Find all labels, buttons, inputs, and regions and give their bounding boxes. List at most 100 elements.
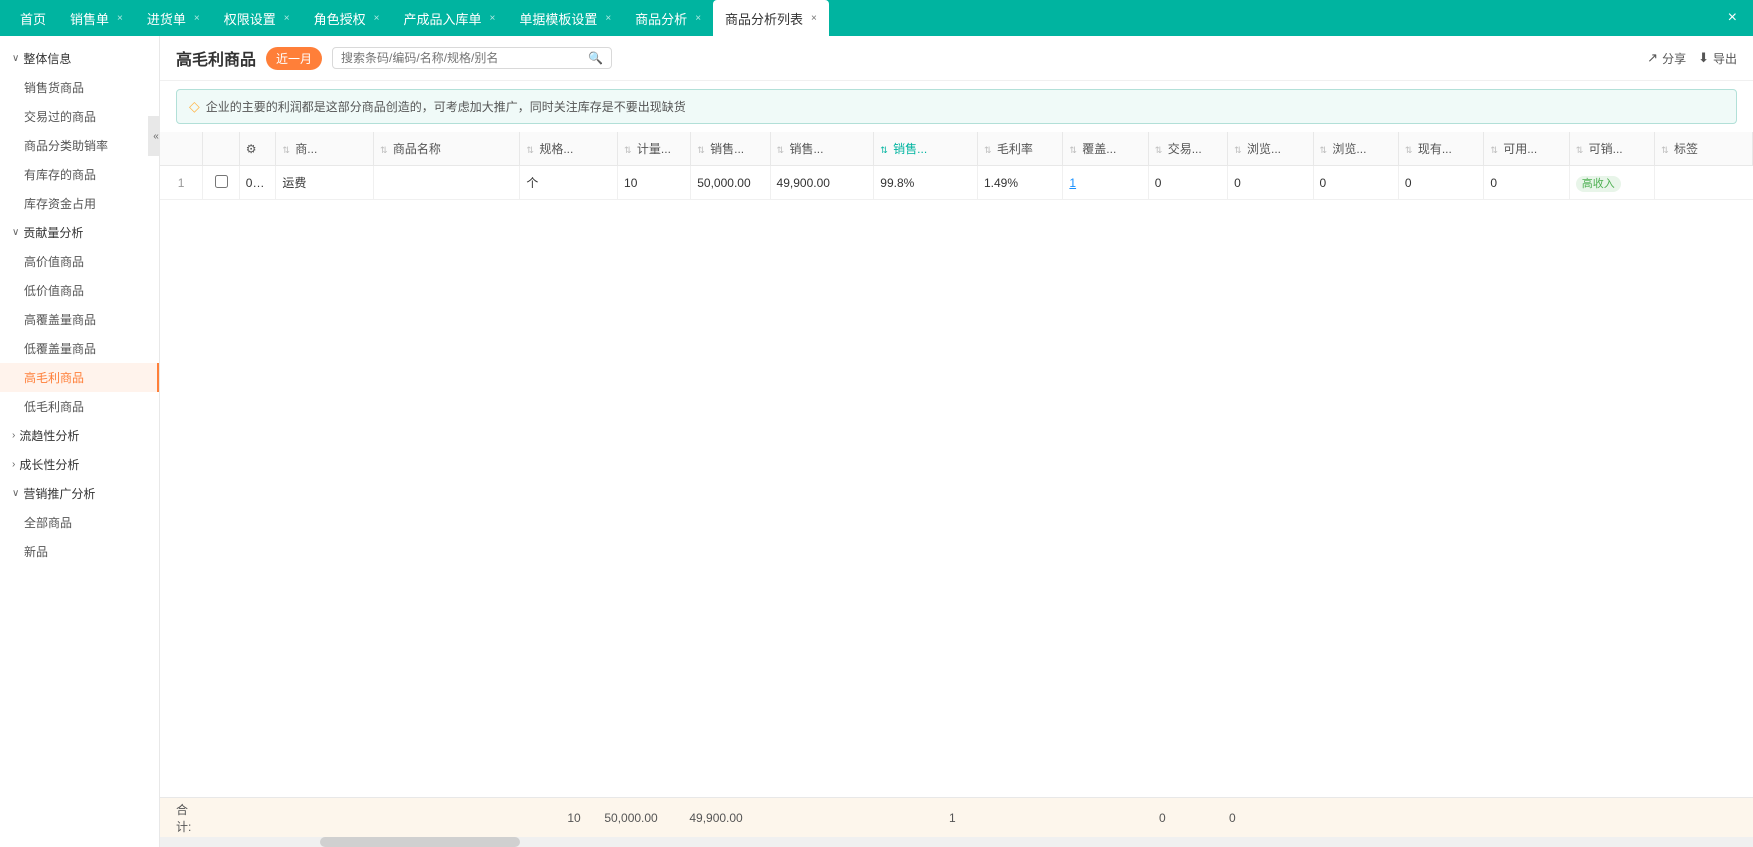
col-header-num	[160, 132, 203, 166]
search-box: 🔍	[332, 47, 612, 69]
sidebar-collapse-button[interactable]: «	[148, 116, 160, 156]
data-table: ⚙ ⇅ 商... ⇅ 商品名称 ⇅ 规格...	[160, 132, 1753, 200]
col-header-spec[interactable]: ⇅ 规格...	[520, 132, 618, 166]
table-header-row: ⚙ ⇅ 商... ⇅ 商品名称 ⇅ 规格...	[160, 132, 1753, 166]
col-header-tag[interactable]: ⇅ 标签	[1655, 132, 1753, 166]
sidebar-group-contribution[interactable]: ∨ 贡献量分析	[0, 218, 159, 247]
col-header-browse2[interactable]: ⇅ 浏览...	[1313, 132, 1398, 166]
trade-link[interactable]: 1	[1069, 176, 1076, 190]
sort-icon-sales-profit: ⇅	[880, 145, 888, 155]
col-header-stock1[interactable]: ⇅ 现有...	[1398, 132, 1483, 166]
tab-home[interactable]: 首页	[8, 0, 58, 36]
info-text: 企业的主要的利润都是这部分商品创造的，可考虑加大推广，同时关注库存是不要出现缺货	[206, 98, 686, 115]
cell-browse2: 0	[1228, 166, 1313, 200]
row-checkbox[interactable]	[215, 175, 228, 188]
cell-cover: 1.49%	[977, 166, 1062, 200]
cell-sales-qty: 10	[618, 166, 691, 200]
sidebar-group-marketing[interactable]: ∨ 营销推广分析	[0, 479, 159, 508]
cell-checkbox[interactable]	[203, 166, 240, 200]
col-header-gear[interactable]: ⚙	[239, 132, 276, 166]
col-header-stock3[interactable]: ⇅ 可销...	[1569, 132, 1654, 166]
scroll-thumb[interactable]	[320, 837, 520, 847]
col-header-cover[interactable]: ⇅ 覆盖...	[1063, 132, 1148, 166]
filter-month-button[interactable]: 近一月	[266, 47, 322, 70]
sidebar-item-goods-category-rate[interactable]: 商品分类助销率	[0, 131, 159, 160]
sidebar-group-growth[interactable]: › 成长性分析	[0, 450, 159, 479]
sidebar-item-high-value[interactable]: 高价值商品	[0, 247, 159, 276]
sort-icon-unit: ⇅	[624, 145, 632, 155]
sidebar-item-low-value[interactable]: 低价值商品	[0, 276, 159, 305]
cell-stock3: 0	[1484, 166, 1569, 200]
sidebar-group-overall[interactable]: ∨ 整体信息	[0, 44, 159, 73]
sidebar-item-traded-goods[interactable]: 交易过的商品	[0, 102, 159, 131]
sort-icon-cover: ⇅	[1069, 145, 1077, 155]
sort-icon-sales-qty: ⇅	[697, 145, 705, 155]
tab-permission[interactable]: 权限设置 ×	[212, 0, 302, 36]
close-tab-template[interactable]: ×	[605, 13, 611, 24]
col-header-code[interactable]: ⇅ 商...	[276, 132, 374, 166]
close-tab-purchase[interactable]: ×	[194, 13, 200, 24]
col-header-name[interactable]: ⇅ 商品名称	[374, 132, 520, 166]
sort-icon-sales-amt: ⇅	[777, 145, 785, 155]
sort-icon-spec: ⇅	[526, 145, 534, 155]
page-title: 高毛利商品	[176, 46, 256, 70]
tab-role[interactable]: 角色授权 ×	[302, 0, 392, 36]
export-icon: ⬇	[1698, 50, 1709, 66]
sidebar-item-all-goods[interactable]: 全部商品	[0, 508, 159, 537]
sidebar-item-high-margin[interactable]: 高毛利商品	[0, 363, 159, 392]
sidebar-item-low-coverage[interactable]: 低覆盖量商品	[0, 334, 159, 363]
col-header-unit[interactable]: ⇅ 计量...	[618, 132, 691, 166]
sidebar-group-trend[interactable]: › 流趋性分析	[0, 421, 159, 450]
scroll-bar[interactable]	[160, 837, 1753, 847]
cell-gross-rate: 99.8%	[874, 166, 978, 200]
close-tab-permission[interactable]: ×	[284, 13, 290, 24]
col-header-trade[interactable]: ⇅ 交易...	[1148, 132, 1227, 166]
col-header-gross-rate[interactable]: ⇅ 毛利率	[977, 132, 1062, 166]
tab-purchase[interactable]: 进货单 ×	[135, 0, 212, 36]
table-container: ⚙ ⇅ 商... ⇅ 商品名称 ⇅ 规格...	[160, 132, 1753, 797]
col-header-sales-profit[interactable]: ⇅ 销售...	[874, 132, 978, 166]
close-all-button[interactable]: ×	[1720, 9, 1745, 27]
tab-goods-analysis[interactable]: 商品分析 ×	[623, 0, 713, 36]
export-button[interactable]: ⬇ 导出	[1698, 50, 1737, 67]
tab-sales-order[interactable]: 销售单 ×	[58, 0, 135, 36]
sort-icon-tag: ⇅	[1661, 145, 1669, 155]
search-icon[interactable]: 🔍	[588, 51, 603, 65]
sidebar-item-in-stock-goods[interactable]: 有库存的商品	[0, 160, 159, 189]
main-container: « ∨ 整体信息 销售货商品 交易过的商品 商品分类助销率 有库存的商品 库存资…	[0, 36, 1753, 847]
sort-icon-browse1: ⇅	[1234, 145, 1242, 155]
sort-icon-browse2: ⇅	[1320, 145, 1328, 155]
search-input[interactable]	[341, 51, 582, 65]
sort-icon-gross-rate: ⇅	[984, 145, 992, 155]
share-icon: ↗	[1647, 50, 1658, 66]
cell-trade: 1	[1063, 166, 1148, 200]
sidebar-item-new-goods[interactable]: 新品	[0, 537, 159, 566]
arrow-growth: ›	[12, 459, 15, 470]
close-tab-role[interactable]: ×	[374, 13, 380, 24]
content-header: 高毛利商品 近一月 🔍 ↗ 分享 ⬇ 导出	[160, 36, 1753, 81]
close-tab-goods-analysis[interactable]: ×	[695, 13, 701, 24]
tab-product-instock[interactable]: 产成品入库单 ×	[391, 0, 507, 36]
col-header-sales-amt[interactable]: ⇅ 销售...	[770, 132, 874, 166]
gear-icon: ⚙	[246, 142, 257, 156]
sidebar-item-sales-goods[interactable]: 销售货商品	[0, 73, 159, 102]
cell-sales-profit: 49,900.00	[770, 166, 874, 200]
sidebar-item-high-coverage[interactable]: 高覆盖量商品	[0, 305, 159, 334]
top-nav: 首页 销售单 × 进货单 × 权限设置 × 角色授权 × 产成品入库单 × 单据…	[0, 0, 1753, 36]
sort-icon-trade: ⇅	[1155, 145, 1163, 155]
col-header-sales-qty[interactable]: ⇅ 销售...	[691, 132, 770, 166]
close-tab-sales[interactable]: ×	[117, 13, 123, 24]
sidebar-item-stock-capital[interactable]: 库存资金占用	[0, 189, 159, 218]
col-header-stock2[interactable]: ⇅ 可用...	[1484, 132, 1569, 166]
tab-goods-analysis-list[interactable]: 商品分析列表 ×	[713, 0, 829, 36]
share-button[interactable]: ↗ 分享	[1647, 50, 1686, 67]
tab-template[interactable]: 单据模板设置 ×	[507, 0, 623, 36]
close-tab-goods-analysis-list[interactable]: ×	[811, 13, 817, 24]
footer-label: 合计:	[176, 801, 203, 835]
arrow-overall: ∨	[12, 53, 19, 64]
close-tab-product-instock[interactable]: ×	[489, 13, 495, 24]
sidebar-item-low-margin[interactable]: 低毛利商品	[0, 392, 159, 421]
col-header-browse1[interactable]: ⇅ 浏览...	[1228, 132, 1313, 166]
arrow-trend: ›	[12, 430, 15, 441]
cell-stock2: 0	[1398, 166, 1483, 200]
